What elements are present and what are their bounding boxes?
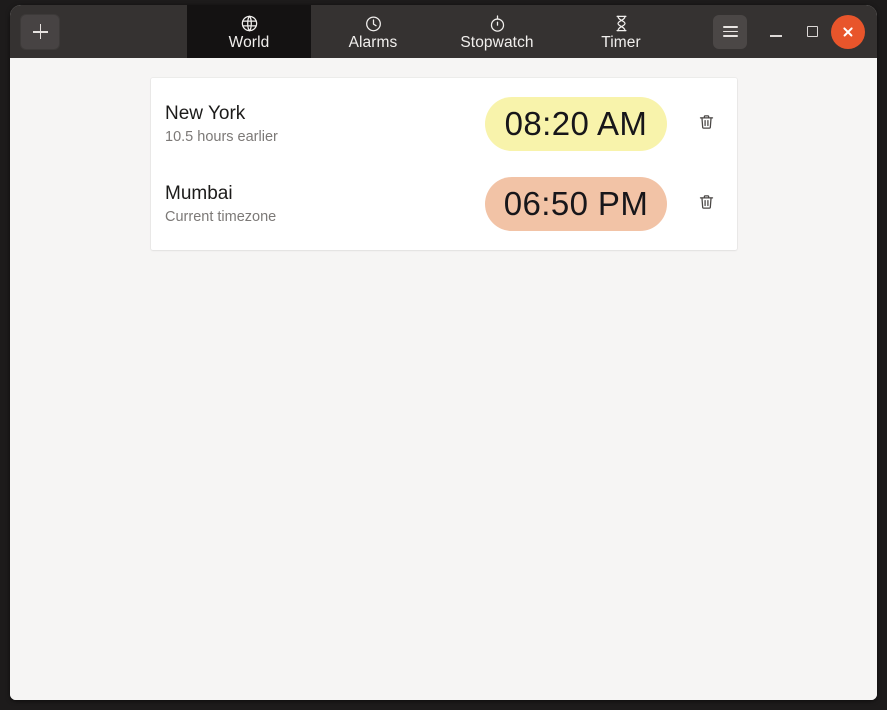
maximize-button[interactable] [795, 15, 829, 49]
clock-time-pill: 06:50 PM [485, 177, 667, 231]
trash-icon [698, 113, 715, 136]
delete-clock-button[interactable] [689, 107, 723, 141]
plus-icon [32, 24, 48, 39]
tab-stopwatch[interactable]: Stopwatch [435, 5, 559, 58]
close-button[interactable] [831, 14, 865, 49]
tab-world[interactable]: World [187, 5, 311, 58]
clock-text-block: New York 10.5 hours earlier [165, 103, 485, 146]
tab-timer[interactable]: Timer [559, 5, 683, 58]
view-switcher: World Alarms Stopwatch Timer [187, 5, 683, 58]
add-world-clock-button[interactable] [20, 13, 60, 50]
content-area: New York 10.5 hours earlier 08:20 AM Mum… [10, 58, 877, 700]
window-controls [713, 5, 877, 58]
clock-time-pill: 08:20 AM [485, 97, 667, 151]
tab-alarms[interactable]: Alarms [311, 5, 435, 58]
hourglass-icon [612, 14, 631, 33]
tab-alarms-label: Alarms [348, 33, 398, 51]
clock-time-value: 06:50 PM [503, 185, 649, 222]
header-bar: World Alarms Stopwatch Timer [10, 5, 877, 58]
clock-city-name: New York [165, 102, 246, 124]
close-icon [842, 26, 854, 38]
clock-text-block: Mumbai Current timezone [165, 183, 485, 226]
desktop-backdrop: World Alarms Stopwatch Timer New York 10… [0, 0, 887, 710]
main-menu-button[interactable] [713, 14, 747, 49]
delete-clock-button[interactable] [689, 187, 723, 221]
trash-icon [698, 193, 715, 216]
header-left-section [10, 5, 187, 58]
world-clock-row[interactable]: New York 10.5 hours earlier 08:20 AM [151, 84, 737, 164]
clock-time-value: 08:20 AM [504, 105, 648, 142]
tab-timer-label: Timer [601, 33, 641, 51]
minimize-button[interactable] [759, 15, 793, 49]
world-clock-row[interactable]: Mumbai Current timezone 06:50 PM [151, 164, 737, 244]
clock-offset-label: 10.5 hours earlier [165, 128, 278, 145]
tab-world-label: World [228, 33, 270, 51]
clock-offset-label: Current timezone [165, 208, 277, 225]
clocks-application-window: World Alarms Stopwatch Timer New York 10… [10, 5, 877, 700]
minimize-icon [770, 35, 782, 37]
stopwatch-icon [488, 14, 507, 33]
world-clocks-list: New York 10.5 hours earlier 08:20 AM Mum… [151, 78, 737, 250]
tab-stopwatch-label: Stopwatch [460, 33, 534, 51]
clock-city-name: Mumbai [165, 182, 233, 204]
globe-icon [240, 14, 259, 33]
clock-icon [364, 14, 383, 33]
maximize-icon [806, 26, 818, 37]
hamburger-menu-icon [722, 26, 738, 37]
